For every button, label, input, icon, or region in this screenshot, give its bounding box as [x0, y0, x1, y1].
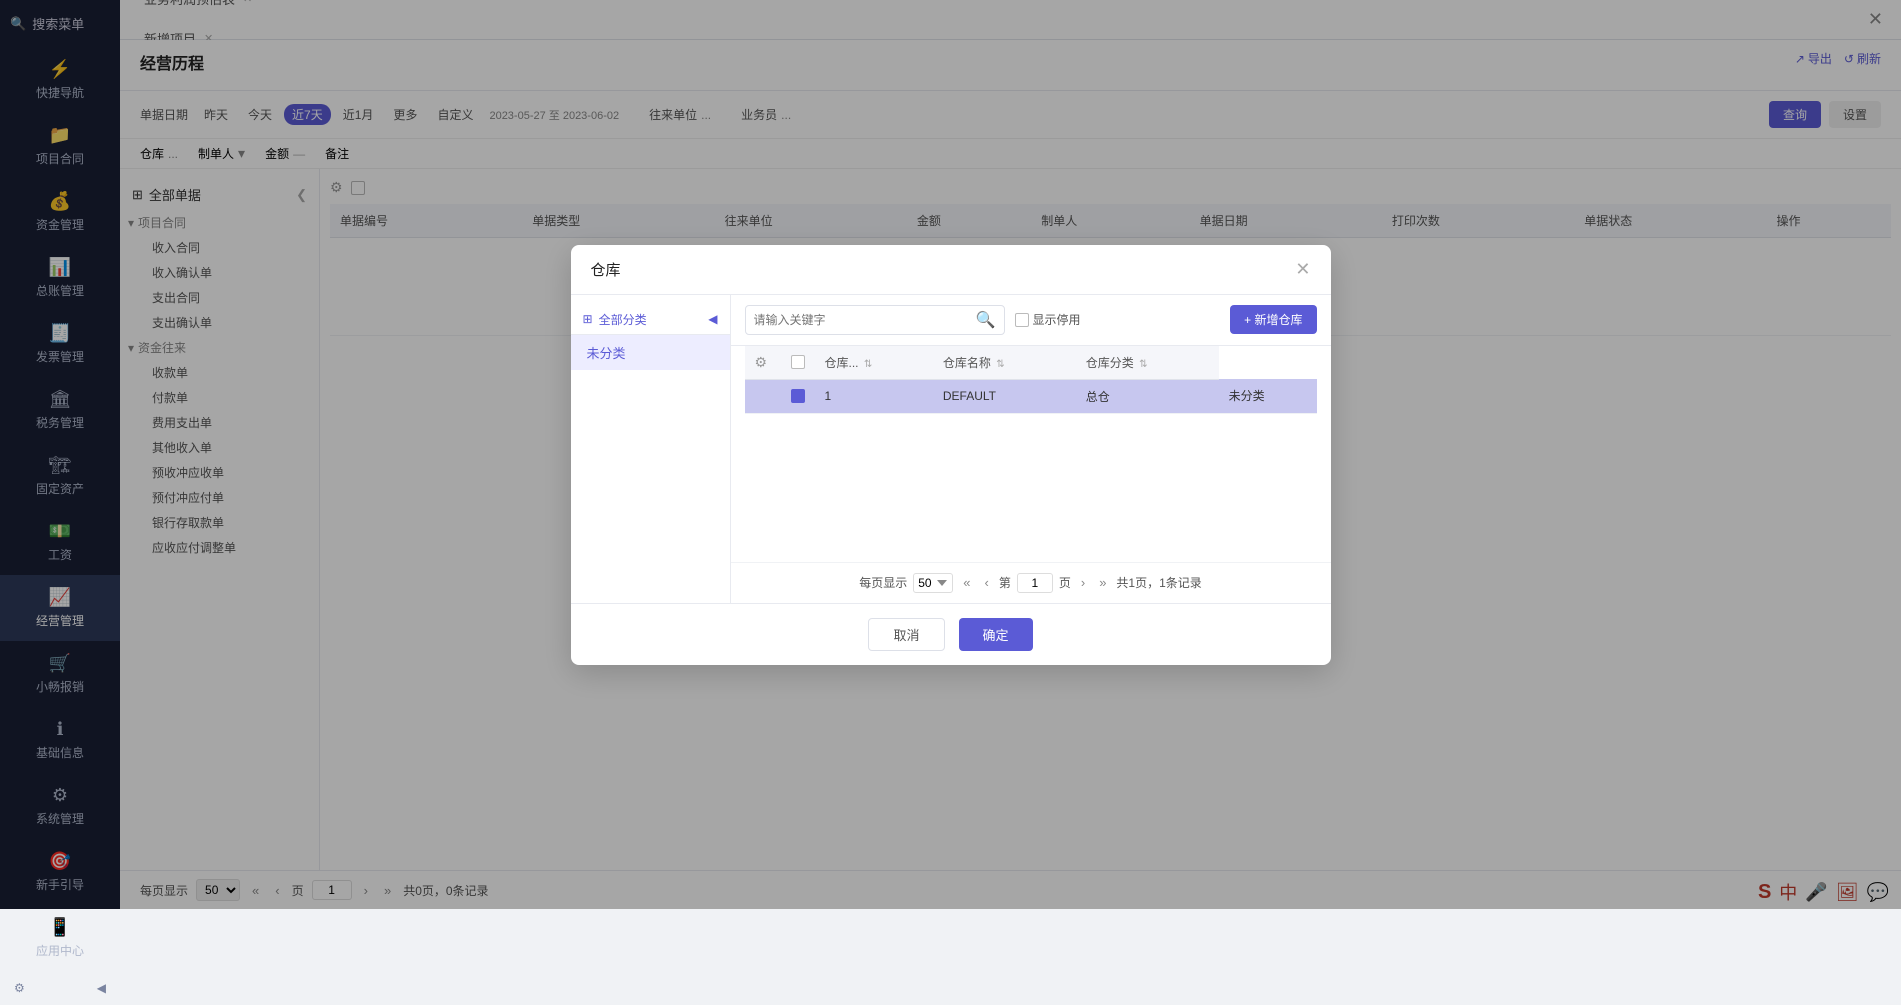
row-gear [745, 379, 781, 413]
modal-close-btn[interactable]: ✕ [1295, 259, 1310, 280]
col-warehouse-category: 仓库分类 ⇅ [1076, 346, 1219, 380]
row-check[interactable] [791, 389, 805, 403]
col-gear: ⚙ [745, 346, 781, 380]
modal-cancel-btn[interactable]: 取消 [868, 618, 944, 651]
collapse-left-icon: ◀ [708, 312, 717, 326]
modal-search-box[interactable]: 🔍 [745, 305, 1005, 335]
show-disabled-checkbox[interactable] [1015, 313, 1029, 327]
search-icon2: 🔍 [976, 310, 996, 330]
modal-table-row[interactable]: 1 DEFAULT 总仓 未分类 [745, 379, 1317, 413]
modal-search-input[interactable] [754, 313, 970, 327]
app-center-label: 应用中心 [36, 942, 84, 959]
collapse-icon[interactable]: ◀ [97, 981, 106, 995]
app-center-icon: 📱 [49, 917, 71, 938]
show-disabled-checkbox-wrap: 显示停用 [1015, 311, 1081, 328]
row-name: 总仓 [1076, 379, 1219, 413]
modal-right-panel: 🔍 显示停用 + 新增仓库 ⚙ [731, 295, 1331, 603]
modal-pagination: 每页显示 50 « ‹ 第 页 › » 共1页，1条记录 [731, 562, 1331, 603]
sort-icon-2[interactable]: ⇅ [996, 359, 1004, 370]
row-code: DEFAULT [933, 379, 1076, 413]
modal-body: ⊞ 全部分类 ◀ 未分类 🔍 显示停用 [571, 295, 1331, 603]
modal-per-page-label: 每页显示 [859, 574, 907, 591]
modal-dialog: 仓库 ✕ ⊞ 全部分类 ◀ 未分类 [571, 245, 1331, 665]
all-category-label: 全部分类 [599, 311, 647, 328]
col-warehouse-code: 仓库... ⇅ [815, 346, 933, 380]
sort-icon-3[interactable]: ⇅ [1139, 359, 1147, 370]
modal-total-records: 共1页，1条记录 [1116, 574, 1201, 591]
row-id: 1 [815, 379, 933, 413]
modal-table: ⚙ 仓库... ⇅ 仓库名称 ⇅ [745, 346, 1317, 414]
show-disabled-label: 显示停用 [1033, 311, 1081, 328]
sidebar-item-app-center[interactable]: 📱 应用中心 [0, 905, 120, 971]
modal-overlay: 仓库 ✕ ⊞ 全部分类 ◀ 未分类 [0, 0, 1901, 909]
col-warehouse-name: 仓库名称 ⇅ [933, 346, 1076, 380]
modal-next-page-btn[interactable]: › [1077, 573, 1089, 592]
row-category: 未分类 [1219, 379, 1317, 413]
modal-table-gear-icon[interactable]: ⚙ [755, 354, 768, 370]
modal-title: 仓库 [591, 259, 621, 280]
modal-table-wrap: ⚙ 仓库... ⇅ 仓库名称 ⇅ [731, 346, 1331, 562]
modal-footer: 取消 确定 [571, 603, 1331, 665]
modal-page-input[interactable] [1017, 573, 1053, 593]
modal-first-page-btn[interactable]: « [959, 573, 974, 592]
col-checkbox [781, 346, 815, 380]
modal-per-page-select[interactable]: 50 [913, 573, 953, 593]
add-warehouse-btn[interactable]: + 新增仓库 [1230, 305, 1316, 334]
modal-page-word: 第 [999, 574, 1011, 591]
grid-icon2: ⊞ [583, 312, 593, 326]
modal-last-page-btn[interactable]: » [1095, 573, 1110, 592]
modal-left-collapse-btn[interactable]: ⊞ 全部分类 ◀ [571, 305, 730, 335]
modal-left-panel: ⊞ 全部分类 ◀ 未分类 [571, 295, 731, 603]
sort-icon-1[interactable]: ⇅ [864, 359, 872, 370]
sidebar-bottom: ⚙ ◀ [0, 971, 120, 1005]
modal-toolbar: 🔍 显示停用 + 新增仓库 [731, 295, 1331, 346]
modal-prev-page-btn[interactable]: ‹ [980, 573, 992, 592]
settings-icon[interactable]: ⚙ [14, 981, 25, 995]
modal-select-all-checkbox[interactable] [791, 355, 805, 369]
category-item-unclassified[interactable]: 未分类 [571, 335, 730, 370]
modal-page-suffix: 页 [1059, 574, 1071, 591]
row-checkbox[interactable] [781, 379, 815, 413]
modal-header: 仓库 ✕ [571, 245, 1331, 295]
modal-confirm-btn[interactable]: 确定 [959, 618, 1033, 651]
